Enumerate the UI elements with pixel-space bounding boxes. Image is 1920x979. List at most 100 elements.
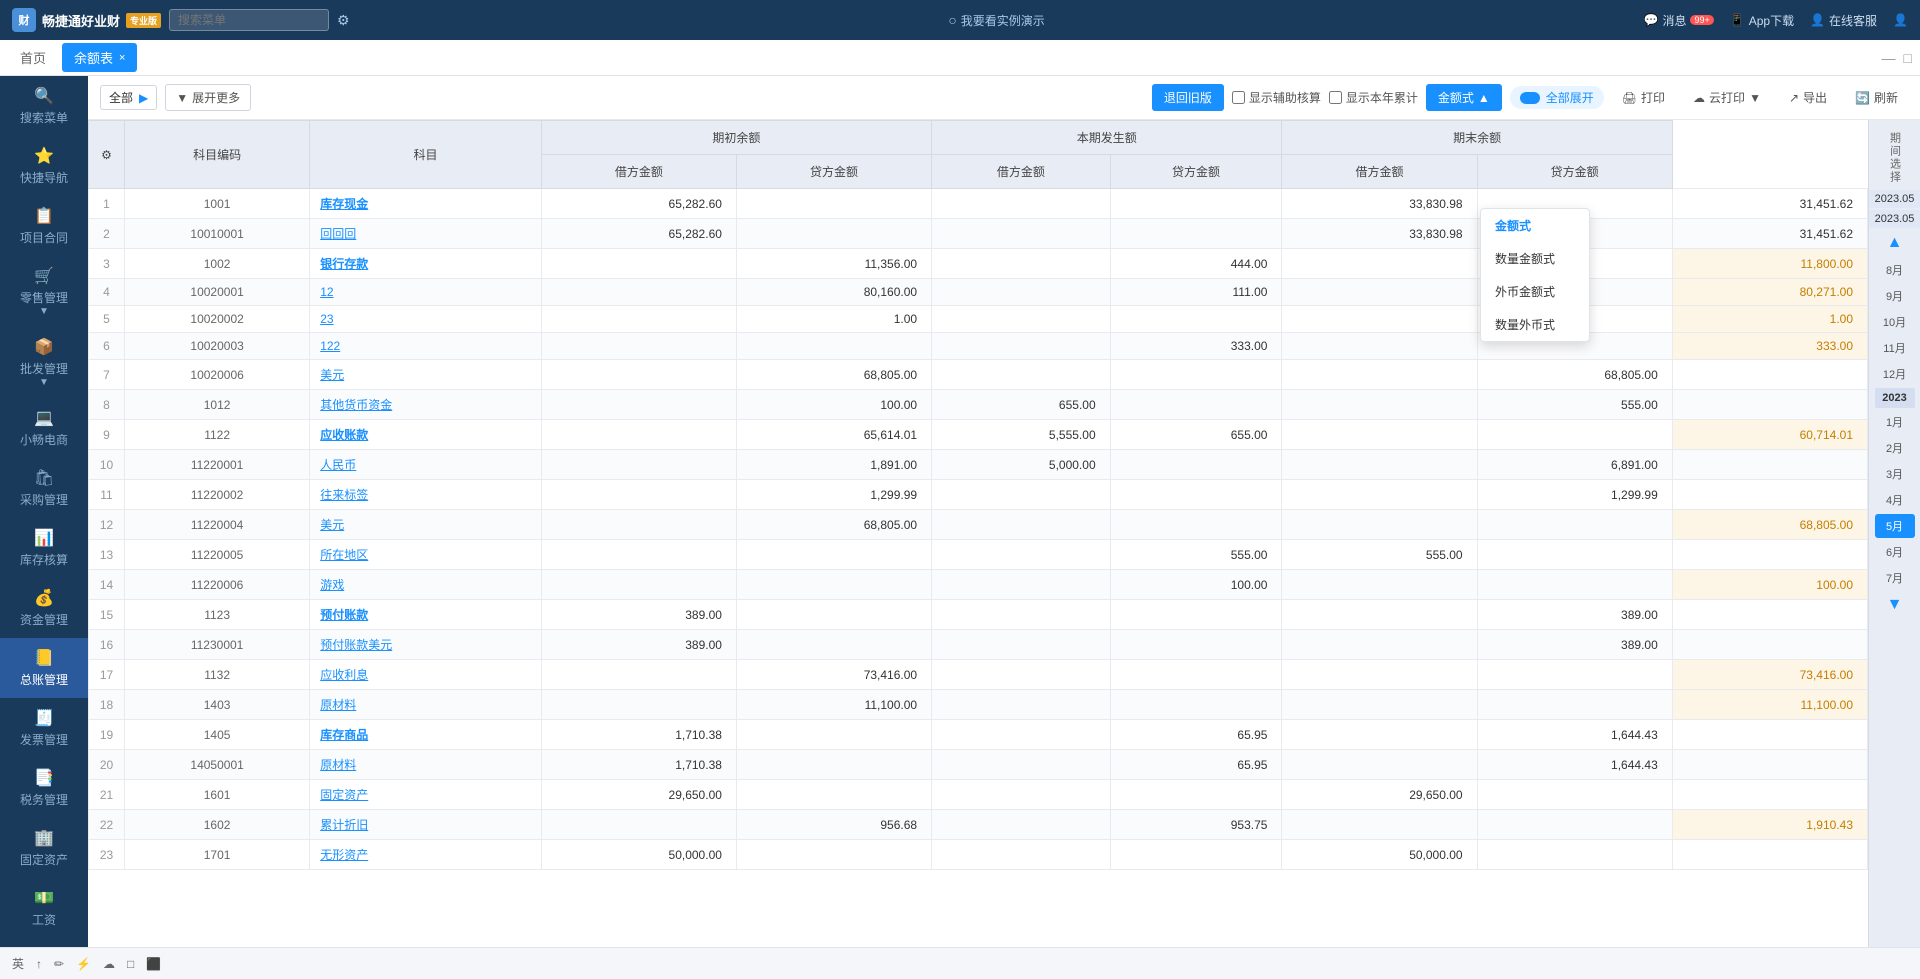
settings-icon[interactable]: ⚙ [337,12,350,29]
row-name[interactable]: 累计折旧 [310,810,542,840]
ytd-checkbox-input[interactable] [1329,91,1342,104]
tab-maximize-icon[interactable]: □ [1904,50,1912,66]
row-name[interactable]: 美元 [310,510,542,540]
expand-btn[interactable]: ▼ 展开更多 [165,84,251,111]
row-name[interactable]: 其他货币资金 [310,390,542,420]
tab-active[interactable]: 余额表 × [62,43,137,72]
sidebar-item-ecommerce[interactable]: 💻 小畅电商 [0,398,88,458]
bolt-icon[interactable]: ⚡ [76,957,91,971]
sidebar-item-inventory[interactable]: 📊 库存核算 [0,518,88,578]
settings-col-header[interactable]: ⚙ [89,121,125,189]
period-credit [1110,306,1282,333]
row-name[interactable]: 人民币 [310,450,542,480]
row-name[interactable]: 银行存款 [310,249,542,279]
lang-icon[interactable]: 英 [12,955,24,972]
row-name[interactable]: 所在地区 [310,540,542,570]
month-5-current[interactable]: 5月 [1875,514,1915,538]
sidebar-item-operations[interactable]: 📈 经营管理 [0,938,88,947]
period-credit [1110,480,1282,510]
sidebar-item-project[interactable]: 📋 项目合同 [0,196,88,256]
sidebar-item-search[interactable]: 🔍 搜索菜单 [0,76,88,136]
row-name[interactable]: 原材料 [310,750,542,780]
period-debit [932,189,1111,219]
row-name[interactable]: 固定资产 [310,780,542,810]
sidebar-item-assets[interactable]: 🏢 固定资产 [0,818,88,878]
month-1[interactable]: 1月 [1875,410,1915,434]
row-name[interactable]: 库存商品 [310,720,542,750]
end-balance: 31,451.62 [1672,189,1867,219]
print-btn[interactable]: 🖨 打印 [1612,85,1675,110]
expand-all-toggle[interactable]: 全部展开 [1510,86,1604,109]
top-search-input[interactable] [169,9,329,31]
refresh-btn[interactable]: 🔄 刷新 [1845,85,1908,110]
table-row: 231701无形资产50,000.0050,000.00 [89,840,1868,870]
dropdown-item-qty-amount[interactable]: 数量金额式 [1481,242,1589,275]
period-year-end[interactable]: 2023.05 [1869,210,1920,228]
sidebar-item-salary[interactable]: 💵 工资 [0,878,88,938]
user-avatar[interactable]: 👤 [1893,13,1908,27]
dropdown-item-qty-foreign[interactable]: 数量外币式 [1481,308,1589,341]
up-icon[interactable]: ↑ [36,957,42,971]
row-name[interactable]: 回回回 [310,219,542,249]
row-name[interactable]: 23 [310,306,542,333]
row-name[interactable]: 无形资产 [310,840,542,870]
row-name[interactable]: 应收账款 [310,420,542,450]
month-10[interactable]: 10月 [1875,310,1915,334]
aux-checkbox-input[interactable] [1232,91,1245,104]
export-btn[interactable]: ↗ 导出 [1779,85,1837,110]
month-9[interactable]: 9月 [1875,284,1915,308]
cloud-print-btn[interactable]: ☁ 云打印 ▼ [1683,85,1771,110]
show-aux-checkbox[interactable]: 显示辅助核算 [1232,89,1321,106]
app-download-btn[interactable]: 📱 App下载 [1730,12,1794,29]
row-name[interactable]: 12 [310,279,542,306]
search-forward-icon[interactable]: ▶ [139,91,148,105]
message-btn[interactable]: 💬 消息 99+ [1644,12,1714,29]
star-icon: ⭐ [4,146,84,166]
sidebar-item-tax[interactable]: 📑 税务管理 [0,758,88,818]
month-11[interactable]: 11月 [1875,336,1915,360]
row-name[interactable]: 库存现金 [310,189,542,219]
nav-up-icon[interactable]: ▲ [1883,230,1907,256]
edit-icon[interactable]: ✏ [54,957,64,971]
tab-home[interactable]: 首页 [8,42,58,73]
online-service-btn[interactable]: 👤 在线客服 [1810,12,1877,29]
square-icon[interactable]: □ [127,957,134,971]
sidebar-item-accounting[interactable]: 📒 总账管理 [0,638,88,698]
month-6[interactable]: 6月 [1875,540,1915,564]
tab-close-btn[interactable]: × [119,52,125,64]
month-12[interactable]: 12月 [1875,362,1915,386]
row-name[interactable]: 游戏 [310,570,542,600]
month-7[interactable]: 7月 [1875,566,1915,590]
month-3[interactable]: 3月 [1875,462,1915,486]
tab-minimize-icon[interactable]: — [1882,50,1896,66]
cloud-icon[interactable]: ☁ [103,957,115,971]
row-name[interactable]: 原材料 [310,690,542,720]
row-code: 1012 [125,390,310,420]
return-old-btn[interactable]: 退回旧版 [1152,84,1224,111]
row-name[interactable]: 美元 [310,360,542,390]
period-year-start[interactable]: 2023.05 [1869,190,1920,208]
nav-down-icon[interactable]: ▼ [1883,592,1907,618]
row-name[interactable]: 应收利息 [310,660,542,690]
row-name[interactable]: 预付账款 [310,600,542,630]
sidebar-item-wholesale[interactable]: 📦 批发管理 ▼ [0,327,88,398]
sidebar-item-retail[interactable]: 🛒 零售管理 ▼ [0,256,88,327]
sidebar-item-quick-nav[interactable]: ⭐ 快捷导航 [0,136,88,196]
show-ytd-checkbox[interactable]: 显示本年累计 [1329,89,1418,106]
row-name[interactable]: 往来标签 [310,480,542,510]
style-dropdown-btn[interactable]: 金额式 ▲ [1426,84,1502,111]
dropdown-item-foreign-amount[interactable]: 外币金额式 [1481,275,1589,308]
sidebar-item-finance[interactable]: 💰 资金管理 [0,578,88,638]
month-8[interactable]: 8月 [1875,258,1915,282]
sidebar-item-invoice[interactable]: 🧾 发票管理 [0,698,88,758]
month-4[interactable]: 4月 [1875,488,1915,512]
row-name[interactable]: 122 [310,333,542,360]
demo-link[interactable]: ○ 我要看实例演示 [948,12,1044,29]
sidebar-item-purchase[interactable]: 🛍 采购管理 [0,458,88,518]
row-name[interactable]: 预付账款美元 [310,630,542,660]
month-2[interactable]: 2月 [1875,436,1915,460]
closing-debit [1282,279,1477,306]
row-num: 20 [89,750,125,780]
dropdown-item-amount[interactable]: 金额式 [1481,209,1589,242]
filled-square-icon[interactable]: ⬛ [146,957,161,971]
